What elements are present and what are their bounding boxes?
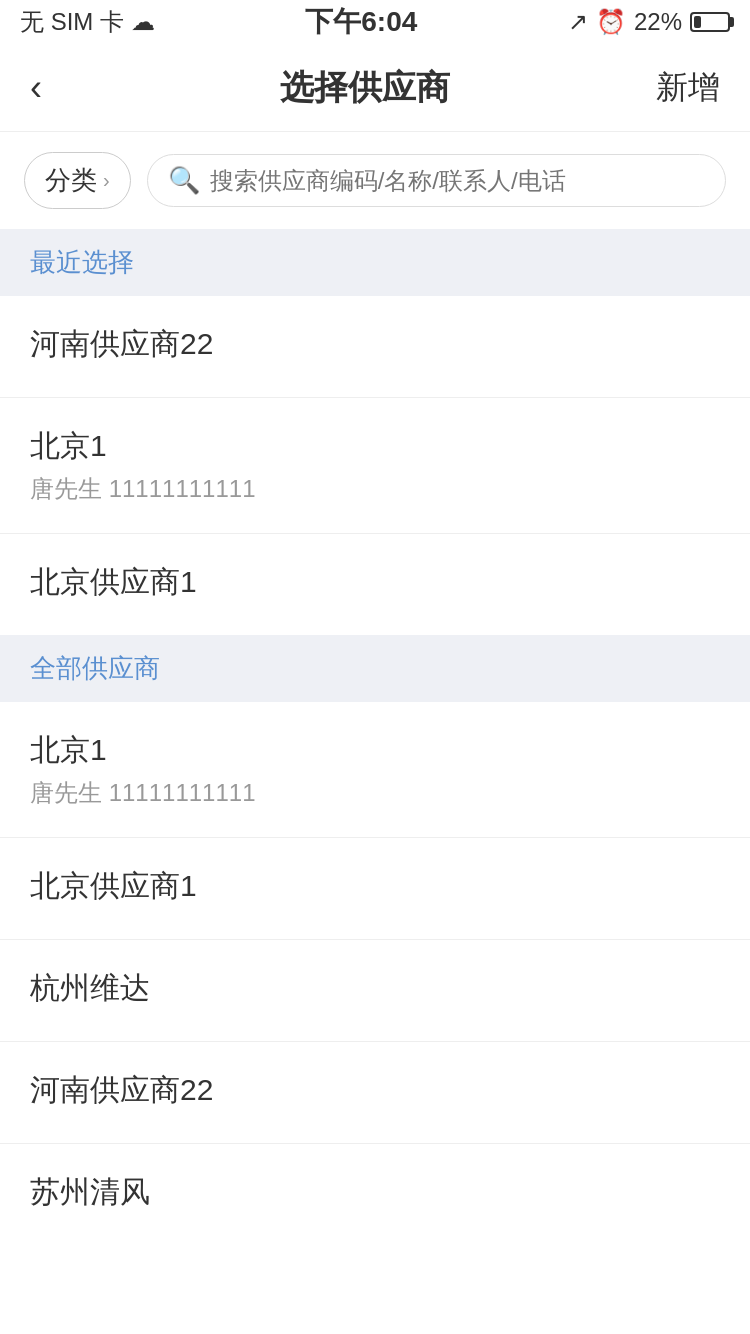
recent-items-list: 河南供应商22 北京1 唐先生 11111111111 北京供应商1 [0, 296, 750, 635]
add-button[interactable]: 新增 [640, 66, 720, 110]
supplier-name: 北京供应商1 [30, 866, 720, 907]
category-button[interactable]: 分类 › [24, 152, 131, 209]
status-right: ↗ ⏰ 22% [568, 8, 730, 36]
supplier-name: 北京供应商1 [30, 562, 720, 603]
search-box[interactable]: 🔍 [147, 154, 726, 207]
list-item[interactable]: 杭州维达 [0, 940, 750, 1042]
supplier-name: 苏州清风 [30, 1172, 720, 1213]
supplier-sub: 唐先生 11111111111 [30, 473, 720, 505]
supplier-name: 杭州维达 [30, 968, 720, 1009]
list-item[interactable]: 北京1 唐先生 11111111111 [0, 702, 750, 838]
list-item[interactable]: 苏州清风 [0, 1144, 750, 1245]
alarm-icon: ⏰ [596, 8, 626, 36]
battery-percent: 22% [634, 8, 682, 36]
status-time: 下午6:04 [305, 3, 417, 41]
status-left: 无 SIM 卡 ☁ [20, 6, 155, 38]
list-item[interactable]: 河南供应商22 [0, 1042, 750, 1144]
supplier-name: 河南供应商22 [30, 324, 720, 365]
filter-bar: 分类 › 🔍 [0, 132, 750, 229]
list-item[interactable]: 北京供应商1 [0, 838, 750, 940]
recent-section-label: 最近选择 [30, 247, 134, 277]
all-items-list: 北京1 唐先生 11111111111 北京供应商1 杭州维达河南供应商22 苏州清风 [0, 702, 750, 1245]
sim-status: 无 SIM 卡 ☁ [20, 6, 155, 38]
search-icon: 🔍 [168, 165, 200, 196]
supplier-name: 北京1 [30, 426, 720, 467]
list-item[interactable]: 北京供应商1 [0, 534, 750, 635]
supplier-name: 河南供应商22 [30, 1070, 720, 1111]
location-icon: ↗ [568, 8, 588, 36]
chevron-right-icon: › [103, 169, 110, 192]
search-input[interactable] [210, 167, 705, 195]
supplier-name: 北京1 [30, 730, 720, 771]
all-section-header: 全部供应商 [0, 635, 750, 702]
category-label: 分类 [45, 163, 97, 198]
supplier-sub: 唐先生 11111111111 [30, 777, 720, 809]
nav-bar: ‹ 选择供应商 新增 [0, 44, 750, 132]
page-title: 选择供应商 [280, 65, 450, 111]
battery-icon [690, 12, 730, 32]
list-item[interactable]: 北京1 唐先生 11111111111 [0, 398, 750, 534]
status-bar: 无 SIM 卡 ☁ 下午6:04 ↗ ⏰ 22% [0, 0, 750, 44]
recent-section-header: 最近选择 [0, 229, 750, 296]
back-button[interactable]: ‹ [30, 67, 90, 109]
all-section-label: 全部供应商 [30, 653, 160, 683]
list-item[interactable]: 河南供应商22 [0, 296, 750, 398]
